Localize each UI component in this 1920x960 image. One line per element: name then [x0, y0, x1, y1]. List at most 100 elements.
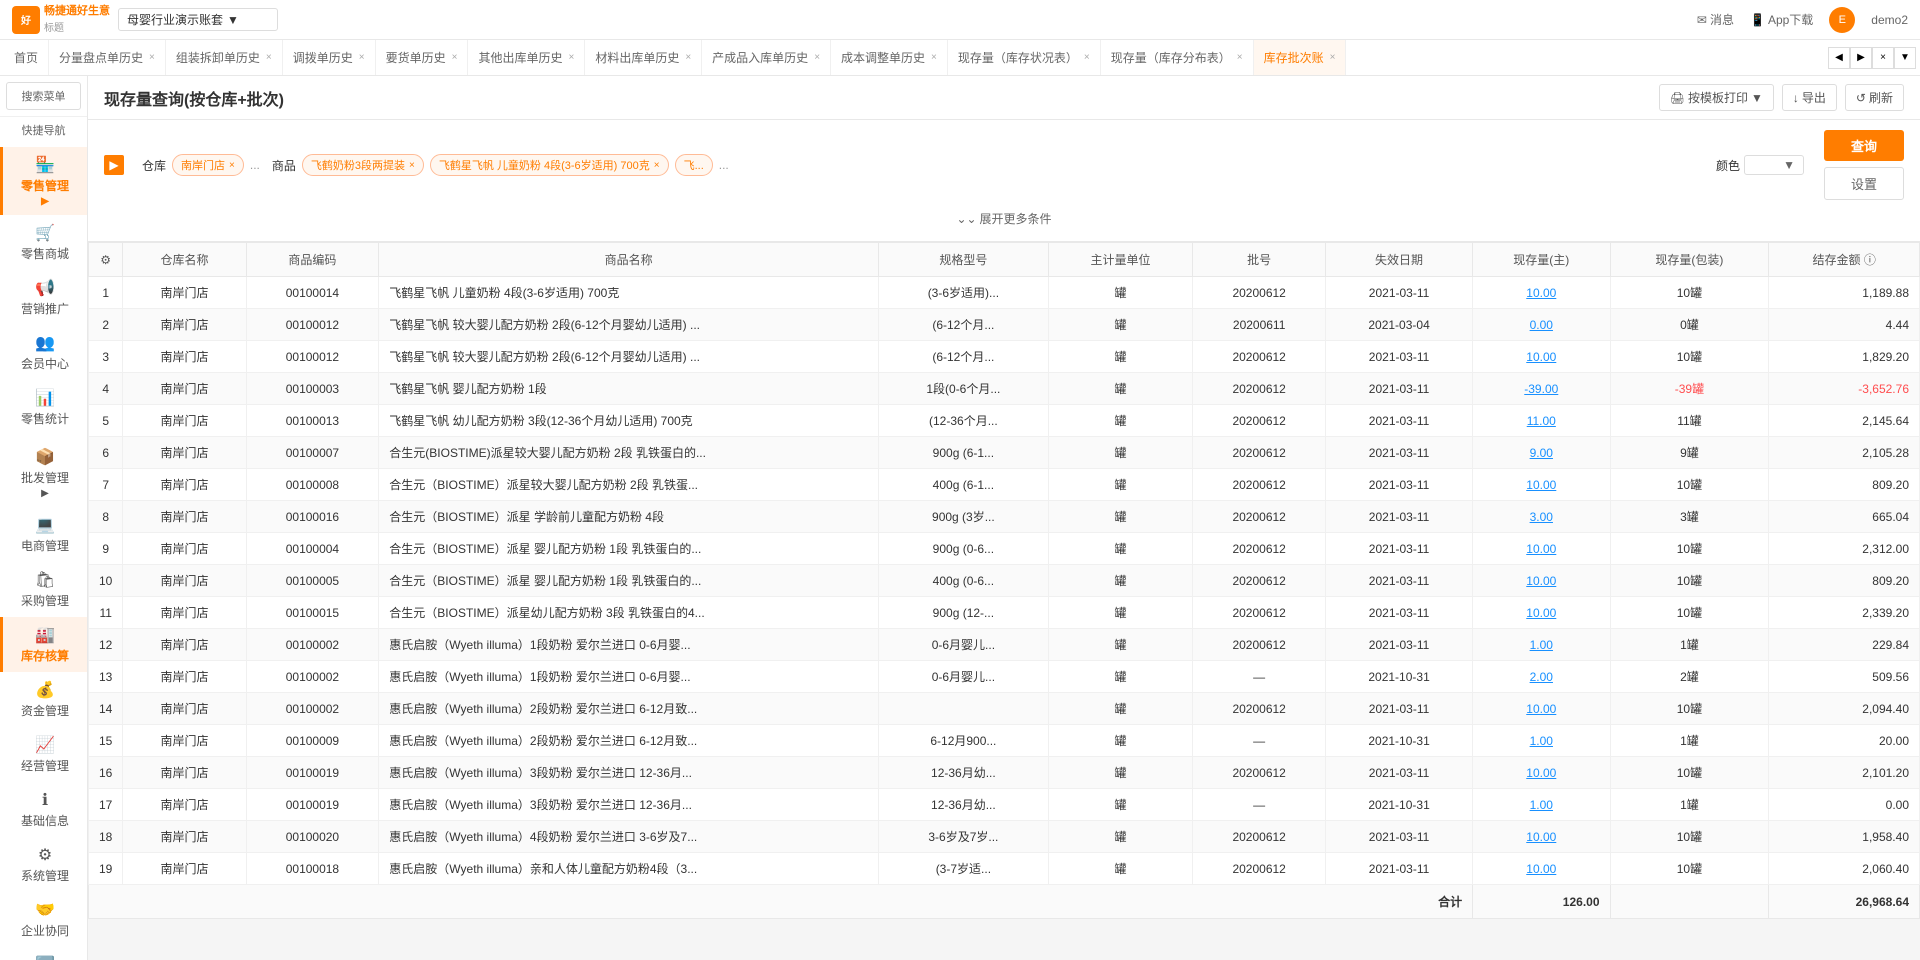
- sidebar-item-guide[interactable]: 🆕 新手引导: [0, 947, 87, 960]
- cell-qty-main[interactable]: 2.00: [1473, 661, 1610, 693]
- user-avatar[interactable]: E: [1829, 7, 1855, 33]
- phone-icon: 📱: [1750, 13, 1765, 27]
- query-btn[interactable]: 查询: [1824, 130, 1904, 161]
- nav-close-btn[interactable]: ×: [1872, 47, 1894, 69]
- close-icon[interactable]: ×: [814, 52, 820, 63]
- tab-xiancunliang1[interactable]: 现存量（库存状况表） ×: [948, 40, 1101, 76]
- tab-zuchai[interactable]: 组装拆卸单历史 ×: [166, 40, 283, 76]
- cell-spec: 900g (12-...: [879, 597, 1049, 629]
- cell-name: 惠氏启胺（Wyeth illuma）2段奶粉 爱尔兰进口 6-12月致...: [379, 693, 879, 725]
- sidebar-item-enterprise[interactable]: 🤝 企业协同: [0, 892, 87, 947]
- warehouse-tag-close[interactable]: ×: [229, 160, 235, 171]
- product-ellipsis[interactable]: ...: [719, 158, 729, 172]
- sidebar-item-retail-stats[interactable]: 📊 零售统计: [0, 380, 87, 435]
- cell-qty-main[interactable]: 10.00: [1473, 693, 1610, 725]
- product-tag3[interactable]: 飞...: [675, 154, 713, 176]
- cell-qty-main[interactable]: 10.00: [1473, 277, 1610, 309]
- tab-qitachuku[interactable]: 其他出库单历史 ×: [468, 40, 585, 76]
- tab-xiancunliang2[interactable]: 现存量（库存分布表） ×: [1101, 40, 1254, 76]
- tab-yaohuo[interactable]: 要货单历史 ×: [376, 40, 469, 76]
- sidebar-item-marketing[interactable]: 📢 营销推广: [0, 270, 87, 325]
- close-icon[interactable]: ×: [1330, 52, 1336, 63]
- quick-nav-btn[interactable]: 快捷导航: [0, 116, 87, 143]
- close-icon[interactable]: ×: [931, 52, 937, 63]
- sidebar-item-wholesale[interactable]: 📦 批发管理 ▶: [0, 439, 87, 507]
- cell-unit: 罐: [1048, 277, 1193, 309]
- product-tag2[interactable]: 飞鹤星飞帆 儿童奶粉 4段(3-6岁适用) 700克 ×: [430, 154, 669, 176]
- cell-qty-main[interactable]: 1.00: [1473, 789, 1610, 821]
- settings-btn[interactable]: 设置: [1824, 167, 1904, 200]
- close-icon[interactable]: ×: [685, 52, 691, 63]
- product-tag1[interactable]: 飞鹤奶粉3段两提装 ×: [302, 154, 424, 176]
- search-menu-btn[interactable]: 搜索菜单: [6, 82, 81, 110]
- cell-qty-main[interactable]: 10.00: [1473, 821, 1610, 853]
- export-btn[interactable]: ↓ 导出: [1782, 84, 1837, 111]
- close-icon[interactable]: ×: [568, 52, 574, 63]
- cell-amount: 2,105.28: [1769, 437, 1920, 469]
- cell-qty-main[interactable]: 3.00: [1473, 501, 1610, 533]
- product-tag2-close[interactable]: ×: [654, 160, 660, 171]
- avatar: E: [1829, 7, 1855, 33]
- sidebar-item-member[interactable]: 👥 会员中心: [0, 325, 87, 380]
- close-icon[interactable]: ×: [149, 52, 155, 63]
- warehouse-ellipsis[interactable]: ...: [250, 158, 260, 172]
- tab-home[interactable]: 首页: [4, 40, 49, 76]
- cell-qty-main[interactable]: 1.00: [1473, 629, 1610, 661]
- tab-fenliang[interactable]: 分量盘点单历史 ×: [49, 40, 166, 76]
- nav-arrows: ◀ ▶ × ▼: [1828, 47, 1916, 69]
- sidebar-item-system[interactable]: ⚙ 系统管理: [0, 837, 87, 892]
- sidebar-item-finance[interactable]: 💰 资金管理: [0, 672, 87, 727]
- warehouse-tag[interactable]: 南岸门店 ×: [172, 154, 244, 176]
- message-btn[interactable]: ✉ 消息: [1697, 11, 1734, 28]
- color-dropdown[interactable]: ▼: [1744, 155, 1804, 175]
- operations-icon: 📈: [35, 735, 55, 755]
- sidebar-item-operations[interactable]: 📈 经营管理: [0, 727, 87, 782]
- sidebar-item-basic-info[interactable]: ℹ 基础信息: [0, 782, 87, 837]
- refresh-btn[interactable]: ↺ 刷新: [1845, 84, 1904, 111]
- expand-arrow[interactable]: ▶: [104, 155, 124, 175]
- cell-code: 00100003: [246, 373, 379, 405]
- print-btn[interactable]: 🖨 按模板打印 ▼: [1659, 84, 1774, 111]
- cell-qty-main[interactable]: 10.00: [1473, 341, 1610, 373]
- account-dropdown[interactable]: 母婴行业演示账套 ▼: [118, 8, 278, 31]
- tab-cailiao[interactable]: 材料出库单历史 ×: [585, 40, 702, 76]
- cell-unit: 罐: [1048, 373, 1193, 405]
- cell-qty-main[interactable]: 10.00: [1473, 469, 1610, 501]
- cell-expire: 2021-03-11: [1326, 437, 1473, 469]
- nav-menu-btn[interactable]: ▼: [1894, 47, 1916, 69]
- tab-chengben[interactable]: 成本调整单历史 ×: [831, 40, 948, 76]
- cell-qty-main[interactable]: 9.00: [1473, 437, 1610, 469]
- sidebar-item-retail-mall[interactable]: 🛒 零售商城: [0, 215, 87, 270]
- sidebar-item-purchase[interactable]: 🛍 采购管理: [0, 562, 87, 617]
- product-tag1-close[interactable]: ×: [409, 160, 415, 171]
- cell-qty-main[interactable]: 10.00: [1473, 853, 1610, 885]
- sidebar-item-label: 零售商城: [21, 245, 69, 262]
- sidebar-item-ecommerce[interactable]: 💻 电商管理: [0, 507, 87, 562]
- cell-qty-main[interactable]: 10.00: [1473, 533, 1610, 565]
- tab-diaobo[interactable]: 调拨单历史 ×: [283, 40, 376, 76]
- cell-qty-main[interactable]: 1.00: [1473, 725, 1610, 757]
- tab-chancheng[interactable]: 产成品入库单历史 ×: [702, 40, 831, 76]
- close-icon[interactable]: ×: [452, 52, 458, 63]
- sidebar-item-inventory[interactable]: 🏭 库存核算: [0, 617, 87, 672]
- cell-qty-main[interactable]: -39.00: [1473, 373, 1610, 405]
- cell-qty-main[interactable]: 11.00: [1473, 405, 1610, 437]
- nav-next-btn[interactable]: ▶: [1850, 47, 1872, 69]
- col-settings[interactable]: ⚙: [89, 243, 123, 277]
- close-icon[interactable]: ×: [359, 52, 365, 63]
- tab-kucun-pici[interactable]: 库存批次账 ×: [1254, 40, 1347, 76]
- expand-conditions-btn[interactable]: ⌄⌄ 展开更多条件: [948, 206, 1059, 231]
- cell-qty-main[interactable]: 10.00: [1473, 597, 1610, 629]
- close-icon[interactable]: ×: [1237, 52, 1243, 63]
- cell-qty-main[interactable]: 10.00: [1473, 565, 1610, 597]
- sidebar-item-retail-mgmt[interactable]: 🏪 零售管理 ▶: [0, 147, 87, 215]
- app-download-btn[interactable]: 📱 App下载: [1750, 11, 1813, 28]
- close-icon[interactable]: ×: [1084, 52, 1090, 63]
- cell-qty-main[interactable]: 10.00: [1473, 757, 1610, 789]
- sidebar-item-label: 营销推广: [21, 300, 69, 317]
- cell-expire: 2021-03-11: [1326, 469, 1473, 501]
- cell-unit: 罐: [1048, 533, 1193, 565]
- cell-qty-main[interactable]: 0.00: [1473, 309, 1610, 341]
- close-icon[interactable]: ×: [266, 52, 272, 63]
- nav-prev-btn[interactable]: ◀: [1828, 47, 1850, 69]
